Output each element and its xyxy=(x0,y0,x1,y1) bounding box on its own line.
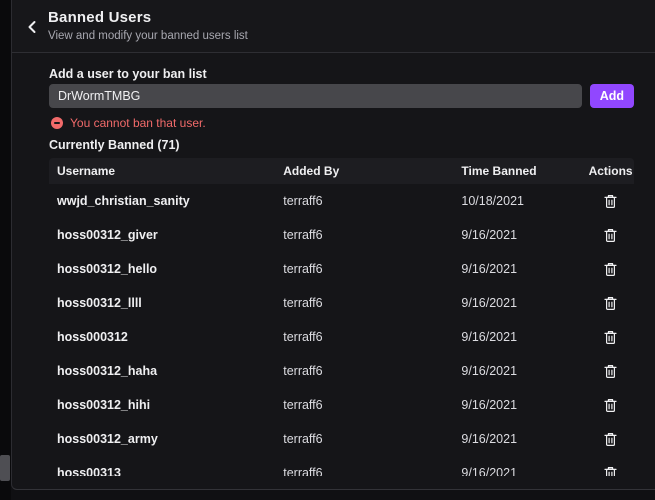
back-button[interactable] xyxy=(20,15,44,39)
trash-icon xyxy=(604,330,617,345)
page-header: Banned Users View and modify your banned… xyxy=(12,0,655,53)
added-by: terraff6 xyxy=(281,364,461,378)
table-row: hoss000312 terraff6 9/16/2021 xyxy=(49,320,634,354)
time-banned: 9/16/2021 xyxy=(461,432,586,446)
minus-circle-icon xyxy=(51,117,63,129)
banned-users-table: Username Added By Time Banned Actions ww… xyxy=(49,158,634,476)
ban-form-label: Add a user to your ban list xyxy=(49,67,207,81)
table-row: hoss00312_hihi terraff6 9/16/2021 xyxy=(49,388,634,422)
trash-icon xyxy=(604,398,617,413)
banned-username: hoss00312_haha xyxy=(49,364,281,378)
page-subtitle: View and modify your banned users list xyxy=(48,30,248,42)
error-text: You cannot ban that user. xyxy=(70,116,206,130)
unban-button[interactable] xyxy=(599,292,621,314)
add-button[interactable]: Add xyxy=(590,84,634,108)
time-banned: 9/16/2021 xyxy=(461,398,586,412)
unban-button[interactable] xyxy=(599,394,621,416)
scrollbar-thumb[interactable] xyxy=(0,455,10,481)
banned-username: hoss000312 xyxy=(49,330,281,344)
added-by: terraff6 xyxy=(281,228,461,242)
table-row: hoss00312_llll terraff6 9/16/2021 xyxy=(49,286,634,320)
table-row: hoss00312_haha terraff6 9/16/2021 xyxy=(49,354,634,388)
ban-username-input[interactable] xyxy=(49,84,582,108)
currently-banned-heading: Currently Banned (71) xyxy=(49,138,180,152)
column-header-username: Username xyxy=(49,164,281,178)
unban-button[interactable] xyxy=(599,258,621,280)
column-header-actions: Actions xyxy=(587,164,634,178)
table-row: hoss00312_hello terraff6 9/16/2021 xyxy=(49,252,634,286)
added-by: terraff6 xyxy=(281,296,461,310)
time-banned: 10/18/2021 xyxy=(461,194,586,208)
unban-button[interactable] xyxy=(599,462,621,476)
added-by: terraff6 xyxy=(281,466,461,476)
added-by: terraff6 xyxy=(281,262,461,276)
added-by: terraff6 xyxy=(281,432,461,446)
banned-username: hoss00313 xyxy=(49,466,281,476)
trash-icon xyxy=(604,466,617,477)
banned-users-panel: Banned Users View and modify your banned… xyxy=(11,0,655,490)
banned-username: hoss00312_army xyxy=(49,432,281,446)
page-title: Banned Users xyxy=(48,9,248,26)
table-row: hoss00313 terraff6 9/16/2021 xyxy=(49,456,634,476)
added-by: terraff6 xyxy=(281,194,461,208)
banned-username: hoss00312_hihi xyxy=(49,398,281,412)
unban-button[interactable] xyxy=(599,190,621,212)
time-banned: 9/16/2021 xyxy=(461,262,586,276)
table-body: wwjd_christian_sanity terraff6 10/18/202… xyxy=(49,184,634,476)
unban-button[interactable] xyxy=(599,224,621,246)
trash-icon xyxy=(604,432,617,447)
added-by: terraff6 xyxy=(281,330,461,344)
ban-error-message: You cannot ban that user. xyxy=(51,116,206,130)
trash-icon xyxy=(604,262,617,277)
ban-form: Add xyxy=(49,84,634,108)
table-header-row: Username Added By Time Banned Actions xyxy=(49,158,634,184)
trash-icon xyxy=(604,194,617,209)
trash-icon xyxy=(604,296,617,311)
time-banned: 9/16/2021 xyxy=(461,296,586,310)
banned-username: hoss00312_llll xyxy=(49,296,281,310)
time-banned: 9/16/2021 xyxy=(461,228,586,242)
column-header-added-by: Added By xyxy=(281,164,461,178)
time-banned: 9/16/2021 xyxy=(461,330,586,344)
column-header-time-banned: Time Banned xyxy=(461,164,586,178)
unban-button[interactable] xyxy=(599,326,621,348)
table-row: hoss00312_army terraff6 9/16/2021 xyxy=(49,422,634,456)
chevron-left-icon xyxy=(26,20,38,34)
trash-icon xyxy=(604,364,617,379)
time-banned: 9/16/2021 xyxy=(461,364,586,378)
unban-button[interactable] xyxy=(599,428,621,450)
banned-username: hoss00312_giver xyxy=(49,228,281,242)
banned-username: hoss00312_hello xyxy=(49,262,281,276)
page-left-gutter xyxy=(0,0,11,500)
table-row: hoss00312_giver terraff6 9/16/2021 xyxy=(49,218,634,252)
added-by: terraff6 xyxy=(281,398,461,412)
table-row: wwjd_christian_sanity terraff6 10/18/202… xyxy=(49,184,634,218)
banned-username: wwjd_christian_sanity xyxy=(49,194,281,208)
time-banned: 9/16/2021 xyxy=(461,466,586,476)
unban-button[interactable] xyxy=(599,360,621,382)
trash-icon xyxy=(604,228,617,243)
